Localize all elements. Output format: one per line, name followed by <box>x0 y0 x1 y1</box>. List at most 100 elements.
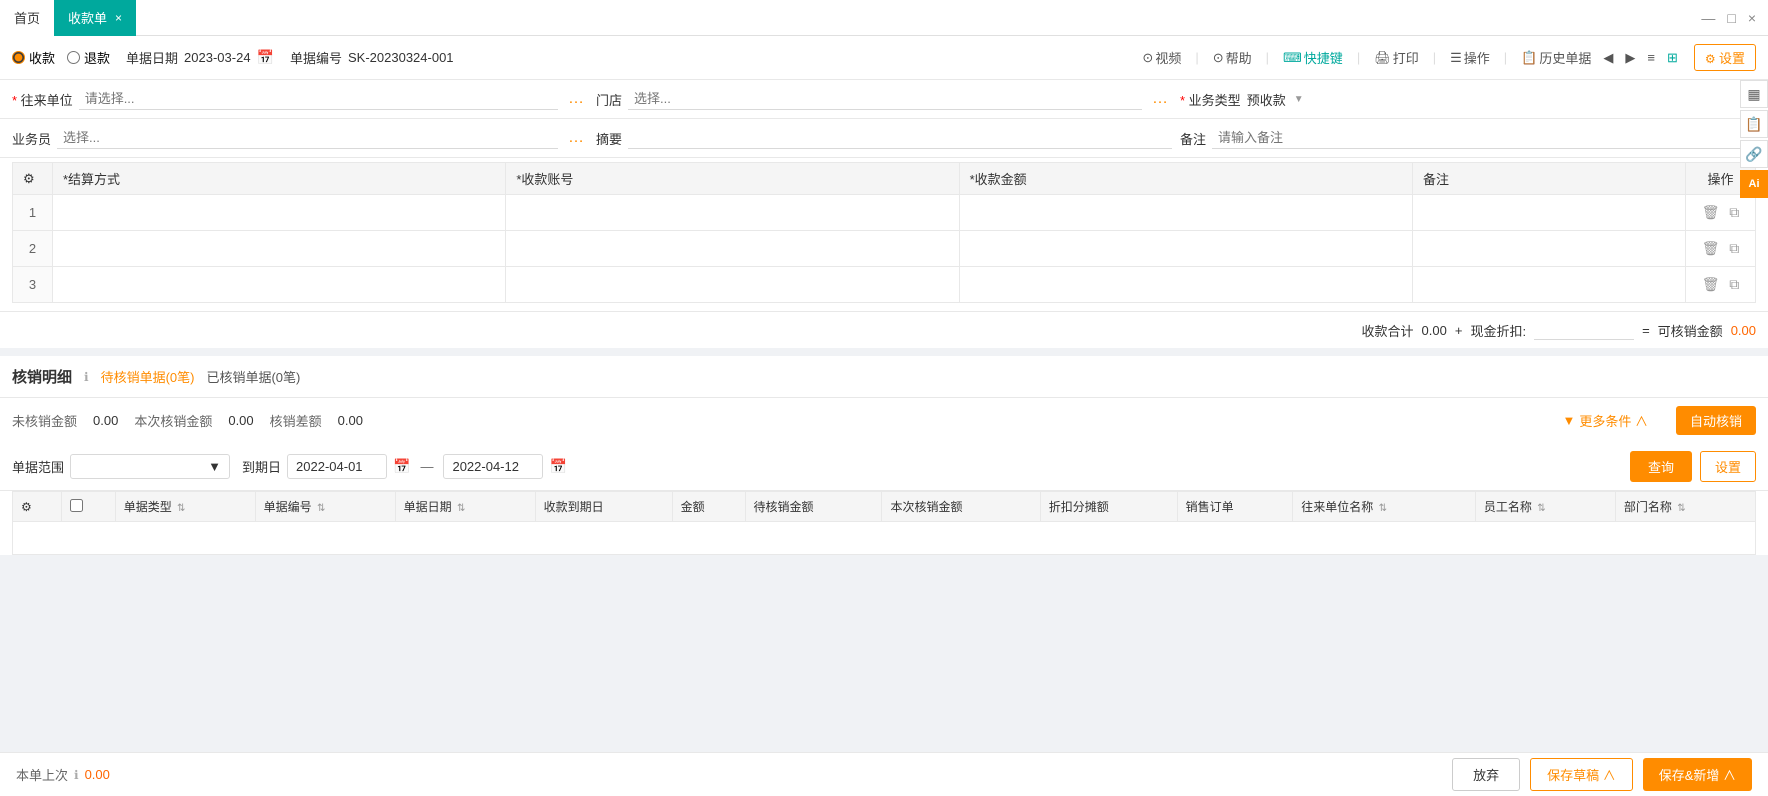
settlement-method-3[interactable] <box>53 267 506 303</box>
prev-btn[interactable]: ◀ <box>1603 50 1613 66</box>
store-more-icon[interactable]: … <box>1148 90 1172 108</box>
select-all-checkbox[interactable] <box>70 499 83 512</box>
bottom-th-settings[interactable]: ⚙ <box>13 492 62 522</box>
window-controls: — □ × <box>1697 8 1768 28</box>
window-minimize-btn[interactable]: — <box>1697 8 1719 28</box>
sort-icon-doc-date[interactable]: ⇅ <box>457 503 465 514</box>
due-date-start-calendar-icon[interactable]: 📅 <box>393 458 410 475</box>
remark-cell-2[interactable] <box>1412 231 1685 267</box>
remark-cell-3[interactable] <box>1412 267 1685 303</box>
staff-input[interactable] <box>57 127 558 149</box>
nav-tab-receipt[interactable]: 收款单 × <box>54 0 136 36</box>
form-row-1: 往来单位 … 门店 … 业务类型 预收款 ▼ <box>0 80 1768 119</box>
cash-discount-input[interactable] <box>1534 320 1634 340</box>
window-close-btn[interactable]: × <box>1744 8 1760 28</box>
table-row: 2 🗑 ⧉ <box>13 231 1756 267</box>
abandon-btn[interactable]: 放弃 <box>1452 758 1520 791</box>
nav-tab-home[interactable]: 首页 <box>0 0 54 36</box>
summary-input[interactable] <box>628 127 1172 149</box>
sort-icon-staff[interactable]: ⇅ <box>1537 503 1545 514</box>
history-btn[interactable]: 📋 历史单据 <box>1521 48 1591 67</box>
table-settings-th[interactable]: ⚙ <box>13 163 53 195</box>
collection-account-1[interactable] <box>506 195 959 231</box>
more-conditions-label: 更多条件 ∧ <box>1579 411 1648 430</box>
copy-row-2-icon[interactable]: ⧉ <box>1729 240 1739 256</box>
verification-section: 核销明细 ℹ 待核销单据(0笔) 已核销单据(0笔) 未核销金额 0.00 本次… <box>0 356 1768 555</box>
sort-icon-doc-type[interactable]: ⇅ <box>177 503 185 514</box>
pending-verification-tab[interactable]: 待核销单据(0笔) <box>101 367 195 386</box>
verify-title: 核销明细 <box>12 366 72 387</box>
due-date-end-calendar-icon[interactable]: 📅 <box>549 458 566 475</box>
collection-account-2[interactable] <box>506 231 959 267</box>
right-tool-doc-icon[interactable]: 📋 <box>1740 110 1768 138</box>
shortcut-btn[interactable]: ⌨ 快捷键 <box>1283 48 1343 67</box>
save-new-btn[interactable]: 保存&新增 ∧ <box>1643 758 1752 791</box>
layout-btn2[interactable]: ⊞ <box>1667 50 1678 66</box>
store-field: 门店 … <box>596 88 1172 110</box>
collection-amount-2[interactable] <box>959 231 1412 267</box>
bottom-th-checkbox[interactable] <box>62 492 115 522</box>
bottom-table: ⚙ 单据类型 ⇅ 单据编号 ⇅ 单据日期 ⇅ 收款到期日 金额 待核销金额 本次… <box>12 491 1756 555</box>
counterparty-more-icon[interactable]: … <box>564 90 588 108</box>
staff-label: 业务员 <box>12 129 51 148</box>
filter-settings-btn[interactable]: 设置 <box>1700 451 1756 482</box>
receipt-table-wrapper: ⚙ *结算方式 *收款账号 *收款金额 备注 操作 <box>0 158 1768 311</box>
business-type-value: 预收款 <box>1247 90 1286 109</box>
window-maximize-btn[interactable]: □ <box>1723 8 1739 28</box>
store-input[interactable] <box>628 88 1142 110</box>
operation-btn[interactable]: ☰ 操作 <box>1450 48 1490 67</box>
due-date-end-input[interactable] <box>443 454 543 479</box>
business-type-dropdown-icon[interactable]: ▼ <box>1294 94 1304 105</box>
collection-account-3[interactable] <box>506 267 959 303</box>
settlement-method-2[interactable] <box>53 231 506 267</box>
save-draft-btn[interactable]: 保存草稿 ∧ <box>1530 758 1633 791</box>
sort-icon-dept[interactable]: ⇅ <box>1677 503 1685 514</box>
radio-refund[interactable]: 退款 <box>67 48 110 67</box>
range-select[interactable]: ▼ <box>70 454 230 479</box>
verifiable-amount-label: 可核销金额 <box>1658 321 1723 340</box>
counterparty-input[interactable] <box>79 88 558 110</box>
counterparty-field: 往来单位 … <box>12 88 588 110</box>
help-btn[interactable]: ⊙ 帮助 <box>1213 48 1252 67</box>
footer-info-icon[interactable]: ℹ <box>74 768 79 782</box>
bottom-th-dept: 部门名称 ⇅ <box>1615 492 1755 522</box>
form-row-2: 业务员 … 摘要 备注 <box>0 119 1768 158</box>
delete-row-1-icon[interactable]: 🗑 <box>1702 204 1720 220</box>
collection-amount-3[interactable] <box>959 267 1412 303</box>
bottom-th-doc-type: 单据类型 ⇅ <box>115 492 255 522</box>
nav-tab-home-label: 首页 <box>14 8 40 27</box>
sort-icon-counterparty[interactable]: ⇅ <box>1379 503 1387 514</box>
auto-offset-btn[interactable]: 自动核销 <box>1676 406 1756 435</box>
next-btn[interactable]: ▶ <box>1625 50 1635 66</box>
query-btn[interactable]: 查询 <box>1630 451 1692 482</box>
staff-more-icon[interactable]: … <box>564 129 588 147</box>
right-tool-table-icon[interactable]: ▦ <box>1740 80 1768 108</box>
settlement-method-1[interactable] <box>53 195 506 231</box>
copy-row-1-icon[interactable]: ⧉ <box>1729 204 1739 220</box>
copy-row-3-icon[interactable]: ⧉ <box>1729 276 1739 292</box>
video-btn[interactable]: ⊙ 视频 <box>1142 48 1181 67</box>
verify-info-icon[interactable]: ℹ <box>84 370 89 384</box>
sort-icon-doc-num[interactable]: ⇅ <box>317 503 325 514</box>
business-type-label: 业务类型 <box>1180 90 1241 109</box>
close-tab-icon[interactable]: × <box>115 11 122 25</box>
remark-cell-1[interactable] <box>1412 195 1685 231</box>
business-type-select[interactable]: 预收款 ▼ <box>1247 90 1756 109</box>
right-tool-ai-icon[interactable]: Ai <box>1740 170 1768 198</box>
print-btn[interactable]: 🖨 打印 <box>1374 48 1419 67</box>
store-label: 门店 <box>596 90 622 109</box>
delete-row-2-icon[interactable]: 🗑 <box>1702 240 1720 256</box>
row-num-3: 3 <box>13 267 53 303</box>
radio-receipt[interactable]: 收款 <box>12 48 55 67</box>
footer: 本单上次 ℹ 0.00 放弃 保存草稿 ∧ 保存&新增 ∧ <box>0 752 1768 796</box>
date-calendar-icon[interactable]: 📅 <box>257 49 274 66</box>
completed-verification-tab[interactable]: 已核销单据(0笔) <box>206 367 300 386</box>
settings-button[interactable]: ⚙ 设置 <box>1694 44 1756 71</box>
remark-input[interactable] <box>1212 127 1756 149</box>
due-date-start-input[interactable] <box>287 454 387 479</box>
right-tool-link-icon[interactable]: 🔗 <box>1740 140 1768 168</box>
layout-btn1[interactable]: ≡ <box>1647 50 1655 65</box>
collection-amount-1[interactable] <box>959 195 1412 231</box>
delete-row-3-icon[interactable]: 🗑 <box>1702 276 1720 292</box>
more-conditions-btn[interactable]: ▼ 更多条件 ∧ <box>1562 411 1648 430</box>
